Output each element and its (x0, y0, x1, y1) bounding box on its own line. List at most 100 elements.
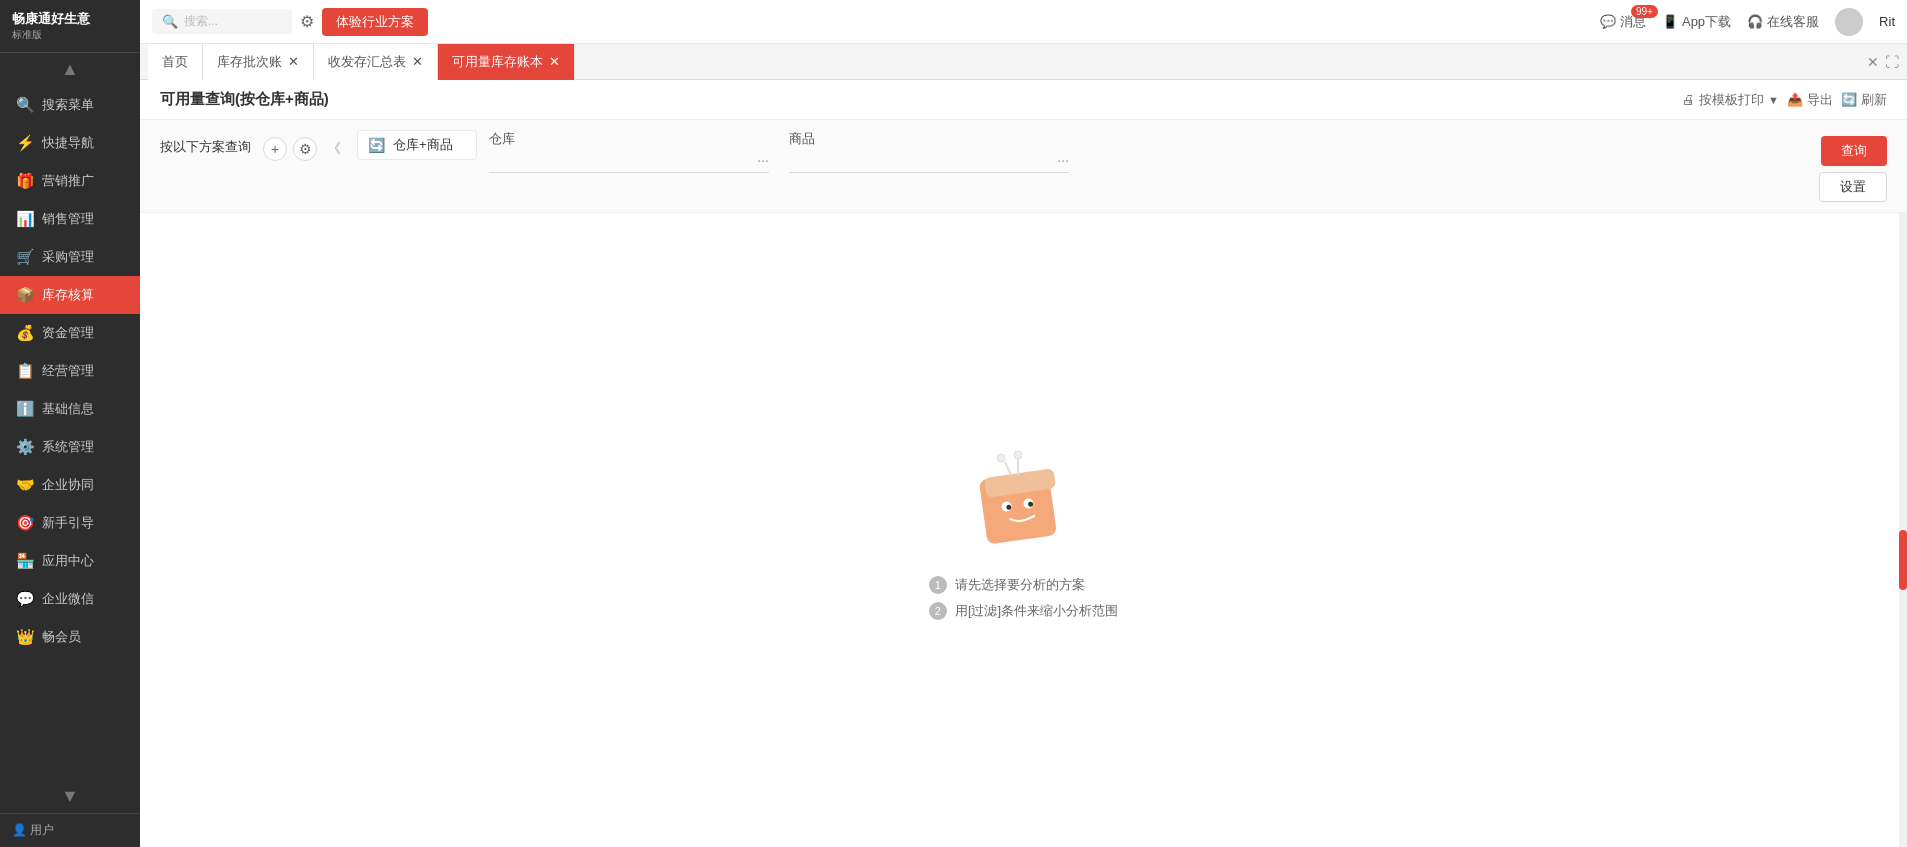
topbar-search-placeholder: 搜索... (184, 13, 218, 30)
sidebar-scroll-down[interactable]: ▼ (0, 780, 140, 813)
app-edition: 标准版 (12, 28, 128, 42)
sidebar-icon-0: 🔍 (16, 96, 34, 114)
print-dropdown-icon[interactable]: ▼ (1768, 94, 1779, 106)
sidebar-icon-5: 📦 (16, 286, 34, 304)
page-title: 可用量查询(按仓库+商品) (160, 90, 329, 109)
print-icon: 🖨 (1682, 92, 1695, 107)
tab-label-1: 库存批次账 (217, 53, 282, 71)
headset-icon: 🎧 (1747, 14, 1763, 29)
message-button[interactable]: 💬 消息 99+ (1600, 13, 1646, 31)
sidebar-item-资金管理[interactable]: 💰 资金管理 (0, 314, 140, 352)
export-icon: 📤 (1787, 92, 1803, 107)
collapse-filter-button[interactable]: 《 (323, 136, 345, 162)
tab-1[interactable]: 库存批次账 ✕ (203, 44, 314, 80)
sidebar-icon-7: 📋 (16, 362, 34, 380)
tab-3[interactable]: 可用量库存账本✕ (438, 44, 575, 80)
export-button[interactable]: 📤 导出 (1787, 91, 1833, 109)
sidebar-item-快捷导航[interactable]: ⚡快捷导航 (0, 124, 140, 162)
tab-label-0: 首页 (162, 53, 188, 71)
sidebar-item-系统管理[interactable]: ⚙️系统管理 (0, 428, 140, 466)
expand-icon[interactable]: ⛶ (1885, 54, 1899, 70)
scheme-warehouse-product[interactable]: 🔄 仓库+商品 (357, 130, 477, 160)
warehouse-input[interactable] (489, 153, 751, 168)
warehouse-select-icon[interactable]: ··· (757, 152, 769, 168)
sidebar-item-库存核算[interactable]: 📦库存核算 (0, 276, 140, 314)
tab-2[interactable]: 收发存汇总表 ✕ (314, 44, 438, 80)
hint-text-1: 请先选择要分析的方案 (955, 576, 1085, 594)
sidebar: 畅康通好生意 标准版 ▲ 🔍 搜索菜单 ⚡快捷导航🎁营销推广📊销售管理🛒采购管理📦库… (0, 0, 140, 847)
sidebar-icon-3: 📊 (16, 210, 34, 228)
sidebar-icon-6: 💰 (16, 324, 34, 342)
tab-label-2: 收发存汇总表 (328, 53, 406, 71)
sidebar-icon-8: ℹ️ (16, 400, 34, 418)
empty-hints: 1 请先选择要分析的方案 2 用[过滤]条件来缩小分析范围 (929, 576, 1118, 620)
svg-point-7 (1014, 451, 1022, 459)
main-area: 🔍 搜索... ⚙ 体验行业方案 💬 消息 99+ 📱 App下载 🎧 在线客服… (140, 0, 1907, 847)
svg-line-8 (1005, 462, 1011, 475)
sidebar-item-畅会员[interactable]: 👑畅会员 (0, 618, 140, 656)
sidebar-icon-11: 🎯 (16, 514, 34, 532)
settings-icon[interactable]: ⚙ (300, 12, 314, 31)
refresh-icon: 🔄 (1841, 92, 1857, 107)
tab-close-2[interactable]: ✕ (412, 54, 423, 69)
sidebar-user-bottom[interactable]: 👤 用户 (0, 813, 140, 847)
query-row: 仓库 ··· 商品 ··· (489, 130, 1807, 173)
sidebar-item-营销推广[interactable]: 🎁营销推广 (0, 162, 140, 200)
product-select-icon[interactable]: ··· (1057, 152, 1069, 168)
sidebar-icon-1: ⚡ (16, 134, 34, 152)
query-fields: 仓库 ··· 商品 ··· (489, 130, 1807, 173)
online-service-button[interactable]: 🎧 在线客服 (1747, 13, 1819, 31)
sidebar-item-采购管理[interactable]: 🛒采购管理 (0, 238, 140, 276)
app-name: 畅康通好生意 (12, 10, 128, 28)
sidebar-label-13: 企业微信 (42, 590, 94, 608)
tab-close-1[interactable]: ✕ (288, 54, 299, 69)
print-button[interactable]: 🖨 按模板打印 ▼ (1682, 91, 1779, 109)
warehouse-field: 仓库 ··· (489, 130, 769, 173)
user-avatar[interactable] (1835, 8, 1863, 36)
add-scheme-button[interactable]: + (263, 137, 287, 161)
sidebar-scroll-up[interactable]: ▲ (0, 53, 140, 86)
page-actions: 🖨 按模板打印 ▼ 📤 导出 🔄 刷新 (1682, 91, 1887, 109)
online-service-label: 在线客服 (1767, 13, 1819, 31)
topbar-search-box[interactable]: 🔍 搜索... (152, 9, 292, 34)
sidebar-item-企业协同[interactable]: 🤝企业协同 (0, 466, 140, 504)
sidebar-icon-13: 💬 (16, 590, 34, 608)
warehouse-label: 仓库 (489, 130, 769, 148)
sidebar-label-2: 营销推广 (42, 172, 94, 190)
app-logo: 畅康通好生意 标准版 (0, 0, 140, 53)
close-all-icon[interactable]: ✕ (1867, 54, 1879, 70)
trial-button[interactable]: 体验行业方案 (322, 8, 428, 36)
tab-close-3[interactable]: ✕ (549, 54, 560, 69)
sidebar-item-经营管理[interactable]: 📋 经营管理 (0, 352, 140, 390)
sidebar-item-应用中心[interactable]: 🏪应用中心 (0, 542, 140, 580)
filter-scheme-actions: + ⚙ 《 (263, 130, 345, 162)
refresh-button[interactable]: 🔄 刷新 (1841, 91, 1887, 109)
product-label: 商品 (789, 130, 1069, 148)
topbar-right: 💬 消息 99+ 📱 App下载 🎧 在线客服 Rit (1600, 8, 1895, 36)
sidebar-icon-10: 🤝 (16, 476, 34, 494)
hint-1: 1 请先选择要分析的方案 (929, 576, 1085, 594)
warehouse-input-wrapper: ··· (489, 152, 769, 173)
product-input[interactable] (789, 153, 1051, 168)
sidebar-item-搜索菜单[interactable]: 🔍 搜索菜单 (0, 86, 140, 124)
settings-button[interactable]: 设置 (1819, 172, 1887, 202)
tab-bar: 首页库存批次账✕收发存汇总表✕可用量库存账本✕ ✕ ⛶ (140, 44, 1907, 80)
app-download-button[interactable]: 📱 App下载 (1662, 13, 1731, 31)
sidebar-item-企业微信[interactable]: 💬 企业微信 (0, 580, 140, 618)
sidebar-label-7: 经营管理 (42, 362, 94, 380)
scrollbar-thumb[interactable] (1899, 530, 1907, 590)
sidebar-item-基础信息[interactable]: ℹ️ 基础信息 (0, 390, 140, 428)
right-scrollbar[interactable] (1899, 213, 1907, 847)
sidebar-icon-12: 🏪 (16, 552, 34, 570)
sidebar-item-销售管理[interactable]: 📊销售管理 (0, 200, 140, 238)
query-button[interactable]: 查询 (1821, 136, 1887, 166)
sidebar-item-新手引导[interactable]: 🎯新手引导 (0, 504, 140, 542)
manage-scheme-button[interactable]: ⚙ (293, 137, 317, 161)
sidebar-label-0: 搜索菜单 (42, 96, 94, 114)
sidebar-label-6: 资金管理 (42, 324, 94, 342)
sidebar-label-8: 基础信息 (42, 400, 94, 418)
sidebar-nav: 🔍 搜索菜单 ⚡快捷导航🎁营销推广📊销售管理🛒采购管理📦库存核算 💰 资金管理 📋 经营管理… (0, 86, 140, 780)
sidebar-icon-4: 🛒 (16, 248, 34, 266)
filter-label: 按以下方案查询 (160, 130, 251, 156)
tab-0[interactable]: 首页 (148, 44, 203, 80)
